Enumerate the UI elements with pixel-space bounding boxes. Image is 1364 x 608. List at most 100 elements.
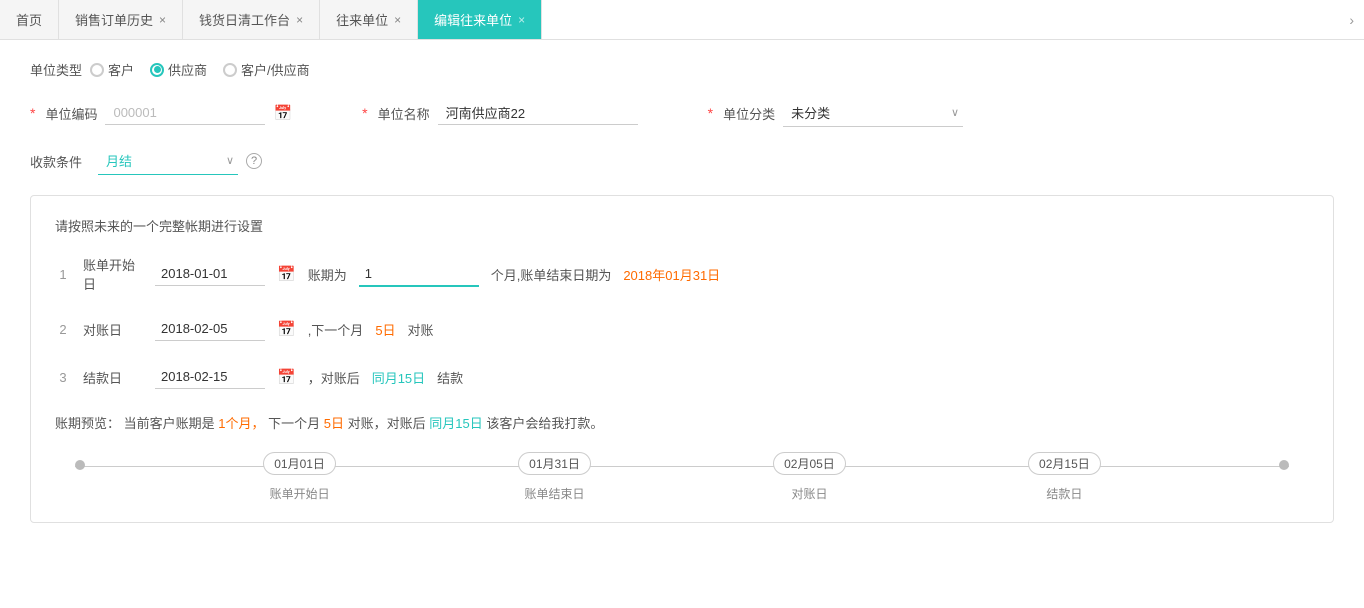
unit-code-icon[interactable]: 📅 bbox=[273, 104, 292, 122]
unit-category-select[interactable]: 未分类 ∨ bbox=[783, 99, 963, 127]
radio-supplier-circle bbox=[150, 63, 164, 77]
period-row-1-desc-prefix: 账期为 bbox=[308, 265, 347, 284]
period-row-2-cal[interactable]: 📅 bbox=[277, 320, 296, 338]
preview-text3: 对账，对账后 bbox=[348, 416, 426, 431]
timeline-label-1: 01月01日 bbox=[263, 452, 336, 475]
period-row-1-num: 1 bbox=[55, 267, 71, 282]
tab-edit-partner[interactable]: 编辑往来单位 × bbox=[418, 0, 542, 39]
payment-label: 收款条件 bbox=[30, 152, 82, 171]
payment-row: 收款条件 月结 ∨ ? bbox=[30, 147, 1334, 175]
tab-sales-history[interactable]: 销售订单历史 × bbox=[59, 0, 183, 39]
unit-category-group: * 单位分类 未分类 ∨ bbox=[708, 99, 963, 127]
timeline-sub-1: 账单开始日 bbox=[270, 485, 330, 502]
payment-group: 收款条件 月结 ∨ ? bbox=[30, 147, 262, 175]
preview-val3: 同月15日 bbox=[429, 416, 482, 431]
period-box: 请按照未来的一个完整帐期进行设置 1 账单开始日 📅 账期为 个月,账单结束日期… bbox=[30, 195, 1334, 523]
timeline-points: 01月01日 账单开始日 01月31日 账单结束日 02月05日 对账日 02月… bbox=[65, 452, 1299, 502]
preview-text1: 当前客户账期是 bbox=[124, 416, 215, 431]
timeline-point-2: 01月31日 账单结束日 bbox=[518, 452, 591, 502]
unit-code-label: 单位编码 bbox=[45, 104, 97, 123]
unit-code-group: * 单位编码 📅 bbox=[30, 101, 292, 125]
period-row-1-date[interactable] bbox=[155, 262, 265, 286]
tab-partner[interactable]: 往来单位 × bbox=[320, 0, 418, 39]
radio-group: 客户 供应商 客户/供应商 bbox=[90, 60, 310, 79]
radio-supplier-label: 供应商 bbox=[168, 60, 207, 79]
radio-both-label: 客户/供应商 bbox=[241, 60, 310, 79]
period-row-3-num: 3 bbox=[55, 370, 71, 385]
tab-home-label: 首页 bbox=[16, 10, 42, 29]
unit-category-label: 单位分类 bbox=[723, 104, 775, 123]
period-row-2-suffix: 对账 bbox=[408, 320, 434, 339]
unit-category-arrow: ∨ bbox=[951, 106, 959, 119]
tab-edit-partner-close[interactable]: × bbox=[518, 13, 525, 27]
tab-cash-work-close[interactable]: × bbox=[296, 13, 303, 27]
radio-customer-circle bbox=[90, 63, 104, 77]
preview-text: 账期预览： 当前客户账期是 1个月， 下一个月 5日 对账，对账后 同月15日 … bbox=[55, 413, 1309, 432]
timeline-end-dot bbox=[1279, 460, 1289, 470]
tab-edit-partner-label: 编辑往来单位 bbox=[434, 10, 512, 29]
preview-val1: 1个月， bbox=[218, 416, 264, 431]
timeline-point-4: 02月15日 结款日 bbox=[1028, 452, 1101, 502]
tab-cash-work-label: 钱货日清工作台 bbox=[199, 10, 290, 29]
period-row-1-label: 账单开始日 bbox=[83, 255, 143, 293]
tab-sales-history-label: 销售订单历史 bbox=[75, 10, 153, 29]
period-row-1-end-date: 2018年01月31日 bbox=[623, 265, 720, 284]
radio-both[interactable]: 客户/供应商 bbox=[223, 60, 310, 79]
unit-type-group: 单位类型 客户 供应商 客户/供应商 bbox=[30, 60, 310, 79]
period-row-1-cal[interactable]: 📅 bbox=[277, 265, 296, 283]
period-row-3-day: 同月15日 bbox=[372, 368, 425, 387]
period-row-3-date[interactable] bbox=[155, 365, 265, 389]
period-row-2: 2 对账日 📅 ,下一个月 5日 对账 bbox=[55, 317, 1309, 341]
tab-partner-label: 往来单位 bbox=[336, 10, 388, 29]
payment-select[interactable]: 月结 ∨ bbox=[98, 147, 238, 175]
period-row-2-num: 2 bbox=[55, 322, 71, 337]
payment-help-icon[interactable]: ? bbox=[246, 153, 262, 169]
unit-category-star: * bbox=[708, 105, 713, 121]
radio-customer-label: 客户 bbox=[108, 60, 134, 79]
tab-sales-history-close[interactable]: × bbox=[159, 13, 166, 27]
tab-bar: 首页 销售订单历史 × 钱货日清工作台 × 往来单位 × 编辑往来单位 × › bbox=[0, 0, 1364, 40]
unit-name-label: 单位名称 bbox=[378, 104, 430, 123]
preview-label: 账期预览： bbox=[55, 416, 120, 431]
period-row-2-desc: ,下一个月 bbox=[308, 320, 364, 339]
preview-text2: 下一个月 bbox=[268, 416, 320, 431]
preview-val2: 5日 bbox=[324, 416, 344, 431]
main-content: 单位类型 客户 供应商 客户/供应商 * 单位编码 bbox=[0, 40, 1364, 608]
unit-name-group: * 单位名称 bbox=[362, 101, 637, 125]
timeline: 01月01日 账单开始日 01月31日 账单结束日 02月05日 对账日 02月… bbox=[55, 452, 1309, 502]
tab-home[interactable]: 首页 bbox=[0, 0, 59, 39]
period-title: 请按照未来的一个完整帐期进行设置 bbox=[55, 216, 1309, 235]
unit-code-input[interactable] bbox=[105, 101, 265, 125]
timeline-point-1: 01月01日 账单开始日 bbox=[263, 452, 336, 502]
unit-fields-row: * 单位编码 📅 * 单位名称 * 单位分类 未分类 ∨ bbox=[30, 99, 1334, 127]
payment-value: 月结 bbox=[106, 151, 222, 170]
radio-supplier[interactable]: 供应商 bbox=[150, 60, 207, 79]
timeline-sub-2: 账单结束日 bbox=[525, 485, 585, 502]
timeline-label-2: 01月31日 bbox=[518, 452, 591, 475]
period-row-2-label: 对账日 bbox=[83, 320, 143, 339]
timeline-sub-3: 对账日 bbox=[791, 485, 827, 502]
period-row-2-date[interactable] bbox=[155, 317, 265, 341]
period-row-3-label: 结款日 bbox=[83, 368, 143, 387]
unit-category-value: 未分类 bbox=[791, 103, 947, 122]
unit-type-row: 单位类型 客户 供应商 客户/供应商 bbox=[30, 60, 1334, 79]
timeline-sub-4: 结款日 bbox=[1046, 485, 1082, 502]
period-row-3-desc: ，对账后 bbox=[308, 368, 360, 387]
timeline-label-4: 02月15日 bbox=[1028, 452, 1101, 475]
period-row-2-day: 5日 bbox=[375, 320, 395, 339]
period-row-3-cal[interactable]: 📅 bbox=[277, 368, 296, 386]
period-row-3-suffix: 结款 bbox=[437, 368, 463, 387]
preview-text4: 该客户会给我打款。 bbox=[486, 416, 603, 431]
unit-code-star: * bbox=[30, 105, 35, 121]
tab-cash-work[interactable]: 钱货日清工作台 × bbox=[183, 0, 320, 39]
unit-type-label: 单位类型 bbox=[30, 60, 82, 79]
tab-more-button[interactable]: › bbox=[1339, 0, 1364, 39]
period-row-3: 3 结款日 📅 ，对账后 同月15日 结款 bbox=[55, 365, 1309, 389]
tab-partner-close[interactable]: × bbox=[394, 13, 401, 27]
radio-customer[interactable]: 客户 bbox=[90, 60, 134, 79]
period-row-1-desc-suffix: 个月,账单结束日期为 bbox=[491, 265, 612, 284]
unit-name-star: * bbox=[362, 105, 367, 121]
period-row-1-months-input[interactable] bbox=[359, 262, 479, 287]
period-row-1: 1 账单开始日 📅 账期为 个月,账单结束日期为 2018年01月31日 bbox=[55, 255, 1309, 293]
unit-name-input[interactable] bbox=[438, 101, 638, 125]
